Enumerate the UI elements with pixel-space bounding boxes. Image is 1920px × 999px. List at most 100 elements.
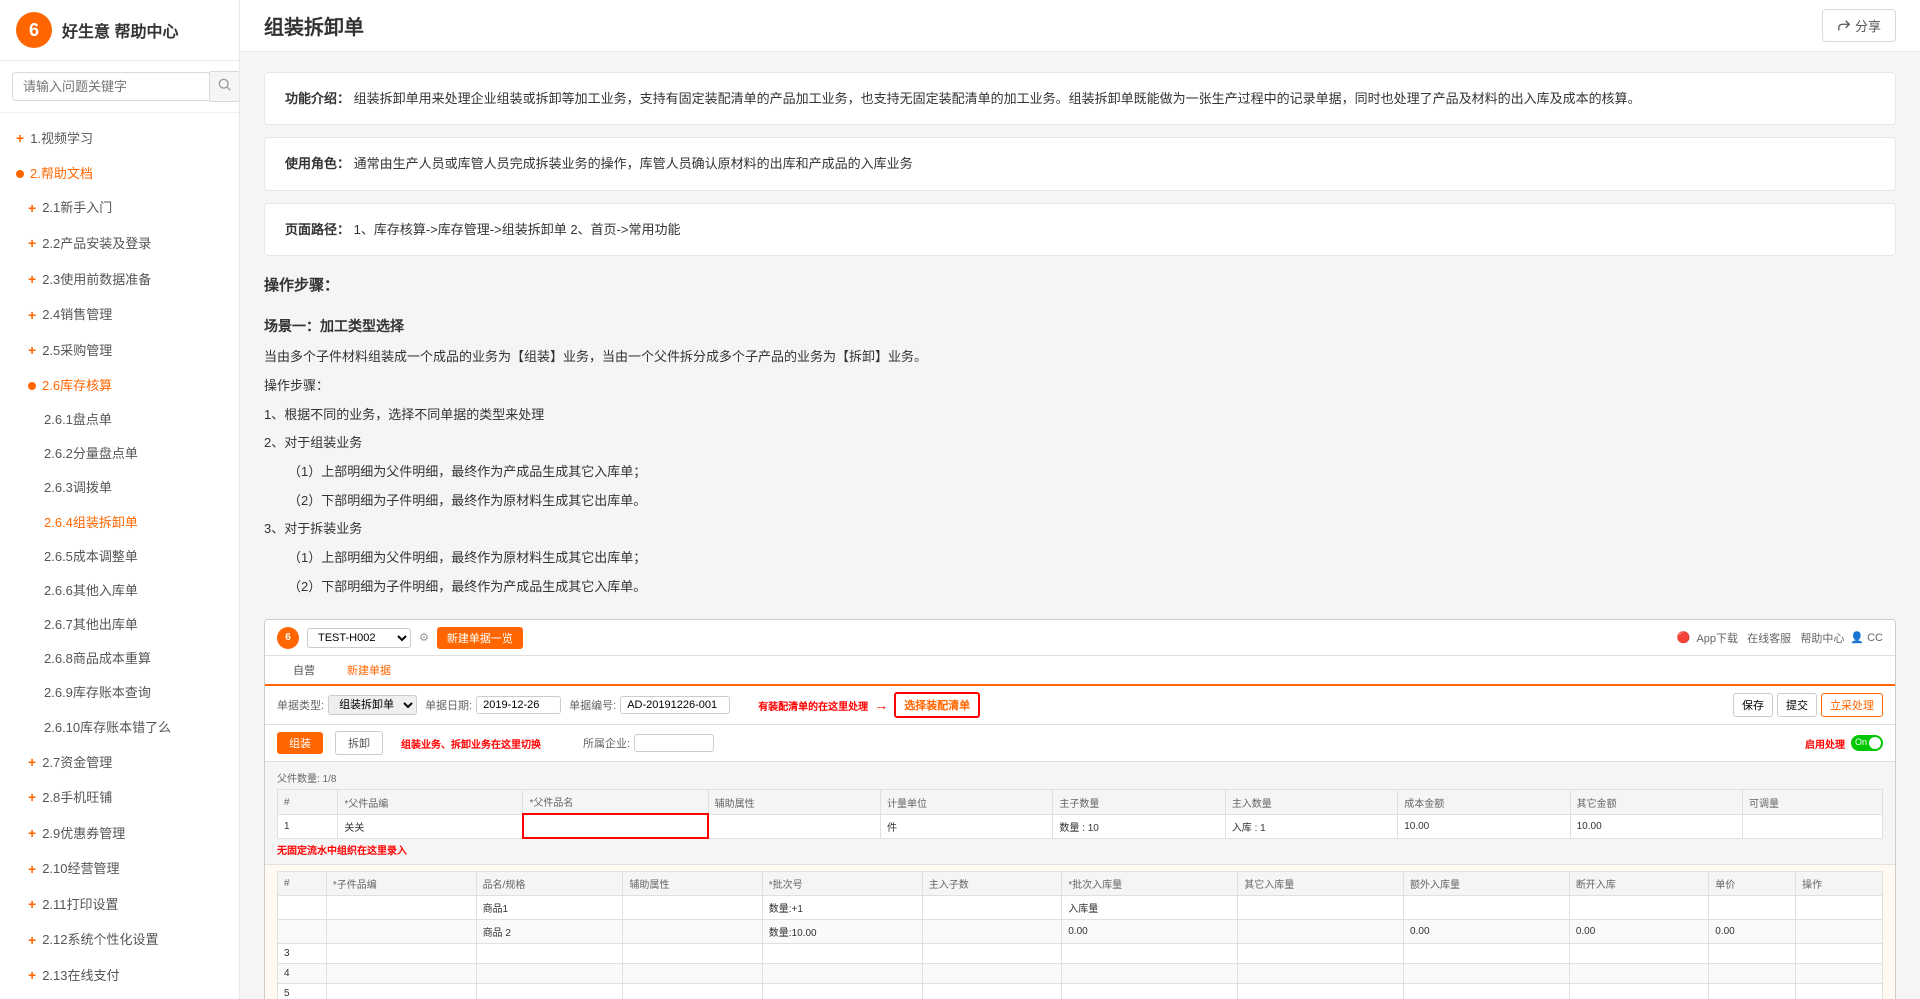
col-lno: # [278, 872, 327, 896]
col-batch2: 主入子数 [922, 872, 1061, 896]
sidebar-item-finance[interactable]: + 2.7资金管理 [0, 745, 239, 781]
sidebar-item-other-in[interactable]: 2.6.6其他入库单 [0, 574, 239, 608]
cell-code: 关关 [338, 814, 523, 838]
mock-bell-icon: 🔴 [1677, 631, 1691, 644]
sidebar: 6 好生意 帮助中心 + 1.视频学习 2.帮助文档 + 2.1新手入门 + 2… [0, 0, 240, 999]
mock-upper-table: # *父件品编 *父件品名 辅助属性 计量单位 主子数量 主入数量 成本金额 其… [277, 789, 1883, 839]
cell-break-in [1569, 896, 1708, 920]
sidebar-item-print[interactable]: + 2.11打印设置 [0, 887, 239, 923]
steps-block: 操作步骤： 场景一：加工类型选择 当由多个子件材料组装成一个成品的业务为【组装】… [264, 272, 1896, 599]
sidebar-item-cost-calc[interactable]: 2.6.8商品成本重算 [0, 642, 239, 676]
col-child-attr: 辅助属性 [623, 872, 762, 896]
mock-dept-input[interactable] [634, 734, 714, 752]
sidebar-item-split-stocktake[interactable]: 2.6.2分量盘点单 [0, 437, 239, 471]
sidebar-item-install[interactable]: + 2.2产品安装及登录 [0, 226, 239, 262]
col-batch1: *批次号 [762, 872, 922, 896]
sidebar-item-ops[interactable]: + 2.10经营管理 [0, 852, 239, 888]
sidebar-item-transfer[interactable]: 2.6.3调拨单 [0, 471, 239, 505]
intro-block: 功能介绍： 组装拆卸单用来处理企业组装或拆卸等加工业务，支持有固定装配清单的产品… [264, 72, 1896, 125]
sidebar-item-video[interactable]: + 1.视频学习 [0, 121, 239, 157]
sidebar-item-mobile[interactable]: + 2.8手机旺铺 [0, 780, 239, 816]
screenshot-inner: 6 TEST-H002 ⚙ 新建单据一览 🔴 App下载 在线客服 帮助中心 👤… [265, 620, 1895, 999]
mock-dept-label: 所属企业: [583, 735, 630, 751]
share-label: 分享 [1855, 16, 1881, 35]
col-price: 单价 [1709, 872, 1796, 896]
search-button[interactable] [210, 71, 240, 102]
mock-tab-new-bill[interactable]: 新建单据 [331, 656, 407, 686]
cell-main-sub [922, 920, 1061, 944]
sidebar-item-data-prep[interactable]: + 2.3使用前数据准备 [0, 262, 239, 298]
sidebar-header: 6 好生意 帮助中心 [0, 0, 239, 61]
scenario1-desc: 当由多个子件材料组装成一个成品的业务为【组装】业务，当由一个父件拆分成多个子产品… [264, 345, 1896, 370]
table-row: 5 [278, 984, 1883, 999]
sidebar-item-cost-adjust[interactable]: 2.6.5成本调整单 [0, 540, 239, 574]
sidebar-item-custom[interactable]: + 2.12系统个性化设置 [0, 923, 239, 959]
cell-batch-in: 0.00 [1062, 920, 1238, 944]
sidebar-item-other-out[interactable]: 2.6.7其他出库单 [0, 608, 239, 642]
page-title: 组装拆卸单 [264, 11, 364, 40]
plus-icon: + [28, 234, 36, 254]
mock-tab-ziying[interactable]: 自营 [277, 656, 331, 684]
step2: 2、对于组装业务 [264, 431, 1896, 456]
step3-2: （2）下部明细为子件明细，最终作为产成品生成其它入库单。 [264, 575, 1896, 600]
mock-toggle-switch[interactable]: On [1851, 735, 1883, 751]
sidebar-item-purchase[interactable]: + 2.5采购管理 [0, 333, 239, 369]
sidebar-item-stock-error[interactable]: 2.6.10库存账本错了么 [0, 711, 239, 745]
mock-assembly-list-button[interactable]: 选择装配清单 [894, 692, 980, 718]
mock-save-button[interactable]: 保存 [1733, 693, 1773, 717]
cell-no: 1 [278, 814, 338, 838]
mock-annotation-area: 有装配清单的在这里处理 → 选择装配清单 [758, 692, 980, 718]
sidebar-item-help-doc[interactable]: 2.帮助文档 [0, 157, 239, 191]
col-attr: 辅助属性 [708, 790, 880, 815]
mock-bill-type-select[interactable]: 组装拆卸单 [328, 695, 417, 715]
mock-store-select[interactable]: TEST-H002 [307, 628, 411, 648]
col-child-name: 品名/规格 [476, 872, 623, 896]
cell-extra-in: 0.00 [1404, 920, 1570, 944]
mock-topbar: 6 TEST-H002 ⚙ 新建单据一览 🔴 App下载 在线客服 帮助中心 👤… [265, 620, 1895, 656]
mock-billno-input[interactable] [620, 696, 730, 714]
cell-row-ops [1796, 920, 1883, 944]
col-avail: 可调量 [1743, 790, 1883, 815]
mock-lower-table: # *子件品编 品名/规格 辅助属性 *批次号 主入子数 *批次入库量 其它入库… [277, 871, 1883, 999]
logo-icon: 6 [16, 12, 52, 48]
sidebar-item-stock-check[interactable]: 2.6.9库存账本查询 [0, 676, 239, 710]
dot-icon [28, 382, 36, 390]
mock-bill-type-group: 单据类型: 组装拆卸单 [277, 695, 417, 715]
cell-other-in [1238, 896, 1404, 920]
sidebar-item-coupon[interactable]: + 2.9优惠券管理 [0, 816, 239, 852]
mock-annotation-text: 有装配清单的在这里处理 [758, 698, 868, 713]
search-input[interactable] [12, 72, 210, 101]
cell-price: 0.00 [1709, 920, 1796, 944]
mock-dept-group: 所属企业: [583, 734, 714, 752]
steps-title: 操作步骤： [264, 272, 1896, 301]
mock-submit-button[interactable]: 提交 [1777, 693, 1817, 717]
mock-upper-table-label: 父件数量: 1/8 [277, 768, 1883, 789]
content-area: 功能介绍： 组装拆卸单用来处理企业组装或拆卸等加工业务，支持有固定装配清单的产品… [240, 52, 1920, 999]
mock-date-input[interactable] [476, 696, 561, 714]
sidebar-item-sales[interactable]: + 2.4销售管理 [0, 298, 239, 334]
cell-child-name: 商品1 [476, 896, 623, 920]
sidebar-item-newcomer[interactable]: + 2.1新手入门 [0, 191, 239, 227]
sidebar-item-inventory[interactable]: 2.6库存核算 [0, 369, 239, 403]
mock-assembly-btn[interactable]: 组装 [277, 732, 323, 754]
sidebar-item-faq[interactable]: + 2.14常见问题 [0, 994, 239, 999]
mock-disassembly-btn[interactable]: 拆卸 [335, 731, 383, 755]
col-extra-in: 额外入库量 [1404, 872, 1570, 896]
dot-icon [16, 170, 24, 178]
role-label: 使用角色： [285, 156, 350, 171]
mock-apply-button[interactable]: 立采处理 [1821, 693, 1883, 717]
step3-1: （1）上部明细为父件明细，最终作为原材料生成其它出库单； [264, 546, 1896, 571]
main-content: 组装拆卸单 分享 功能介绍： 组装拆卸单用来处理企业组装或拆卸等加工业务，支持有… [240, 0, 1920, 999]
sidebar-item-payment[interactable]: + 2.13在线支付 [0, 958, 239, 994]
mock-new-bill-button[interactable]: 新建单据一览 [437, 627, 523, 649]
sidebar-item-stocktaking[interactable]: 2.6.1盘点单 [0, 403, 239, 437]
col-unit: 计量单位 [881, 790, 1053, 815]
col-qty: 主子数量 [1053, 790, 1225, 815]
cell-cost: 10.00 [1398, 814, 1570, 838]
mock-type-row: 组装 拆卸 组装业务、拆卸业务在这里切换 所属企业: 启用处理 [265, 725, 1895, 762]
share-button[interactable]: 分享 [1822, 9, 1896, 42]
sidebar-item-assembly[interactable]: 2.6.4组装拆卸单 [0, 506, 239, 540]
role-block: 使用角色： 通常由生产人员或库管人员完成拆装业务的操作，库管人员确认原材料的出库… [264, 137, 1896, 190]
cell-child-attr [623, 896, 762, 920]
mock-lower-table-wrapper: # *子件品编 品名/规格 辅助属性 *批次号 主入子数 *批次入库量 其它入库… [265, 864, 1895, 999]
